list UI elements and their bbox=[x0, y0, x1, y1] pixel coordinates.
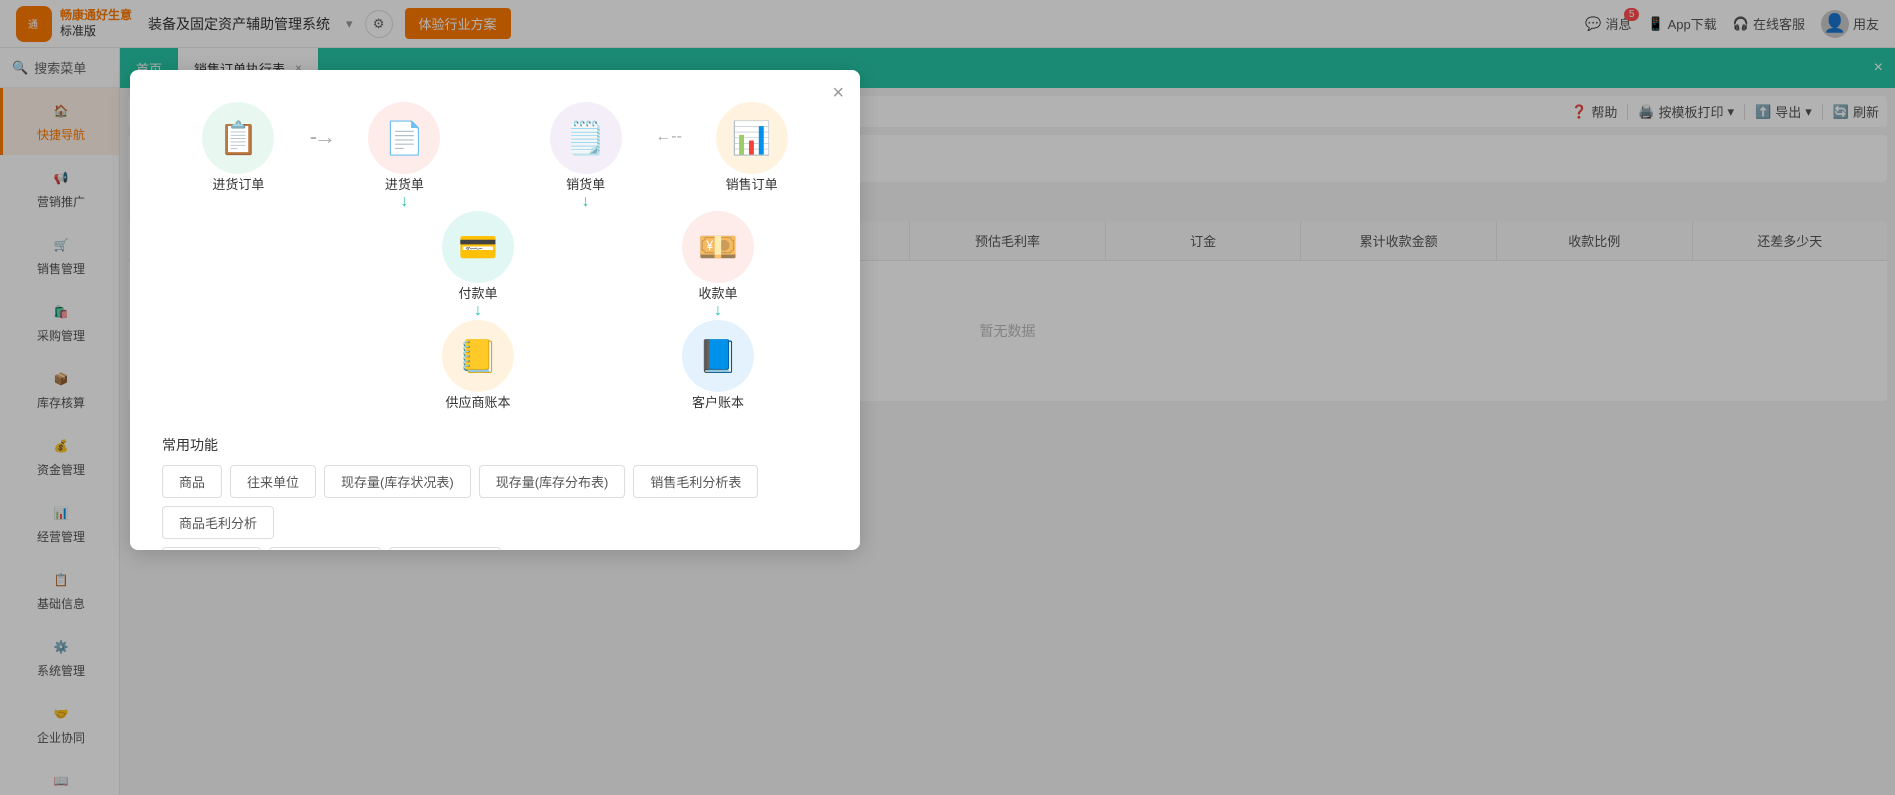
flow-node-sales-bill[interactable]: 🗒️ 销货单 bbox=[525, 102, 646, 193]
func-btns-row2: 销售排行榜 收款情况统计 付款情况统计 bbox=[162, 547, 828, 550]
sales-order-label: 销售订单 bbox=[726, 174, 778, 193]
flow-node-payment[interactable]: 💳 付款单 bbox=[398, 211, 558, 302]
receipt-icon: 💴 bbox=[682, 211, 754, 283]
sales-bill-label: 销货单 bbox=[566, 174, 605, 193]
flow-node-purchase-bill[interactable]: 📄 进货单 bbox=[344, 102, 465, 193]
modal-overlay[interactable]: × 📋 进货订单 -→ 📄 bbox=[0, 0, 1895, 795]
modal-box: × 📋 进货订单 -→ 📄 bbox=[130, 70, 860, 550]
func-btn-stock-status[interactable]: 现存量(库存状况表) bbox=[324, 465, 471, 498]
flow-node-supplier-ledger[interactable]: 📒 供应商账本 bbox=[398, 320, 558, 411]
flow-container: 📋 进货订单 -→ 📄 进货单 bbox=[162, 94, 828, 427]
arrow-spacer-1 bbox=[178, 193, 299, 211]
arrow-down-sales-bill: ↓ bbox=[525, 193, 646, 211]
purchase-order-icon: 📋 bbox=[202, 102, 274, 174]
payment-icon: 💳 bbox=[442, 211, 514, 283]
func-btn-counterpart[interactable]: 往来单位 bbox=[230, 465, 316, 498]
func-btns-row1: 商品 往来单位 现存量(库存状况表) 现存量(库存分布表) 销售毛利分析表 商品… bbox=[162, 465, 828, 539]
customer-ledger-icon: 📘 bbox=[682, 320, 754, 392]
func-btn-receipt-stats[interactable]: 收款情况统计 bbox=[269, 547, 381, 550]
arrow-down-receipt: ↓ bbox=[638, 302, 798, 320]
common-funcs-section: 常用功能 商品 往来单位 现存量(库存状况表) 现存量(库存分布表) 销售毛利分… bbox=[162, 435, 828, 550]
purchase-order-label: 进货订单 bbox=[212, 174, 264, 193]
supplier-ledger-icon: 📒 bbox=[442, 320, 514, 392]
sales-order-icon: 📊 bbox=[716, 102, 788, 174]
receipt-label: 收款单 bbox=[698, 283, 737, 302]
func-btn-sales-profit[interactable]: 销售毛利分析表 bbox=[633, 465, 758, 498]
flow-node-sales-order[interactable]: 📊 销售订单 bbox=[691, 102, 812, 193]
customer-ledger-label: 客户账本 bbox=[692, 392, 744, 411]
payment-label: 付款单 bbox=[458, 283, 497, 302]
supplier-ledger-label: 供应商账本 bbox=[445, 392, 510, 411]
func-btn-sales-rank[interactable]: 销售排行榜 bbox=[162, 547, 261, 550]
arrow-sales-order-to-bill: ←-- bbox=[646, 128, 691, 168]
flow-node-customer-ledger[interactable]: 📘 客户账本 bbox=[638, 320, 798, 411]
func-btn-product[interactable]: 商品 bbox=[162, 465, 222, 498]
func-btn-product-profit[interactable]: 商品毛利分析 bbox=[162, 506, 274, 539]
flow-node-receipt[interactable]: 💴 收款单 bbox=[638, 211, 798, 302]
purchase-bill-label: 进货单 bbox=[385, 174, 424, 193]
purchase-bill-icon: 📄 bbox=[368, 102, 440, 174]
arrow-down-payment: ↓ bbox=[398, 302, 558, 320]
modal-close-button[interactable]: × bbox=[832, 82, 844, 105]
func-btn-stock-dist[interactable]: 现存量(库存分布表) bbox=[479, 465, 626, 498]
arrow-down-purchase-bill: ↓ bbox=[344, 193, 465, 211]
arrow-purchase-to-bill: -→ bbox=[299, 124, 344, 172]
flow-node-purchase-order[interactable]: 📋 进货订单 bbox=[178, 102, 299, 193]
sales-bill-icon: 🗒️ bbox=[550, 102, 622, 174]
common-funcs-title: 常用功能 bbox=[162, 435, 828, 455]
func-btn-payment-stats[interactable]: 付款情况统计 bbox=[389, 547, 501, 550]
